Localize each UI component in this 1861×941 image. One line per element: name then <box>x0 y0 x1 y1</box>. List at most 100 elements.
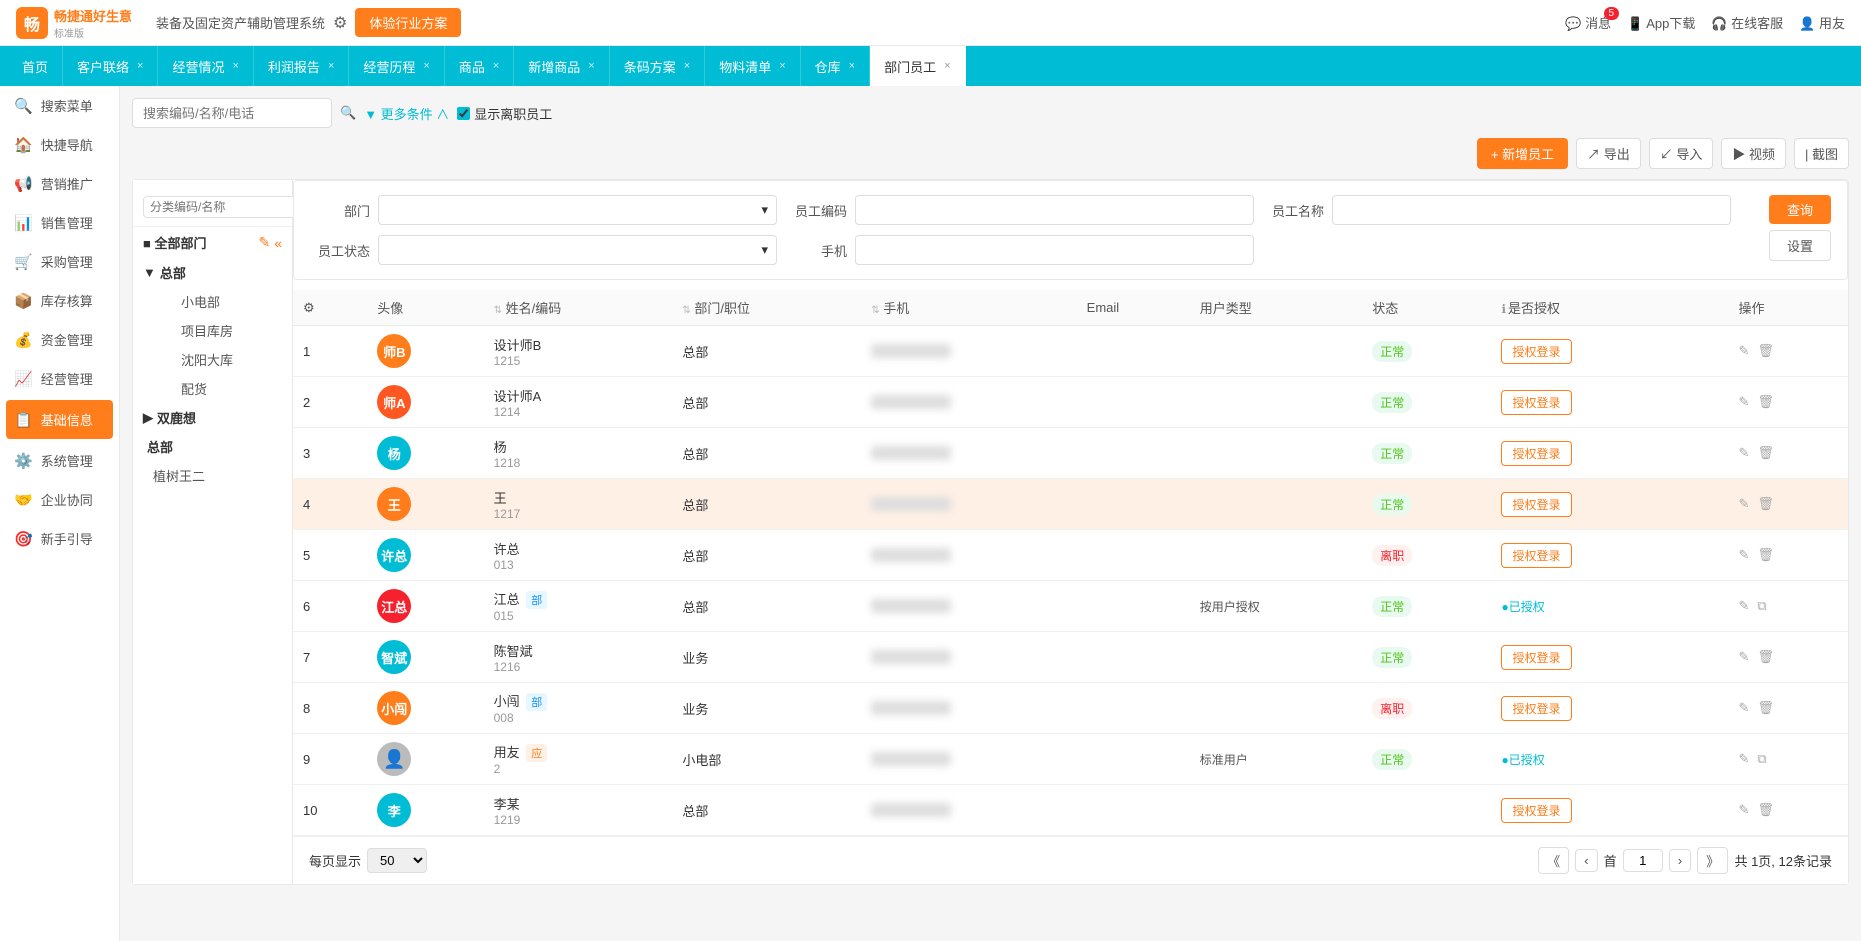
more-button[interactable]: | 截图 <box>1794 138 1849 169</box>
emp-name-input[interactable] <box>1332 195 1731 225</box>
dept-collapse-icon[interactable]: « <box>274 234 282 251</box>
first-page-btn[interactable]: 《 <box>1538 847 1569 874</box>
auth-login-btn[interactable]: 授权登录 <box>1501 696 1571 721</box>
col-phone[interactable]: ⇅ 手机 <box>861 290 1076 326</box>
copy-icon[interactable]: ⧉ <box>1757 598 1766 614</box>
edit-icon[interactable]: ✎ <box>1739 394 1750 410</box>
sidebar-item-collab[interactable]: 🤝企业协同 <box>0 480 119 519</box>
emp-code-input[interactable] <box>855 195 1254 225</box>
edit-icon[interactable]: ✎ <box>1739 445 1750 461</box>
dept-select[interactable]: ▾ <box>378 195 777 225</box>
auth-login-btn[interactable]: 授权登录 <box>1501 645 1571 670</box>
edit-icon[interactable]: ✎ <box>1739 649 1750 665</box>
edit-icon[interactable]: ✎ <box>1739 547 1750 563</box>
tab-operation[interactable]: 经营情况 × <box>158 46 253 86</box>
logo-icon: 畅 <box>16 7 48 39</box>
page-size-select[interactable]: 50 20 100 <box>367 848 427 873</box>
delete-icon[interactable]: 🗑 <box>1757 802 1774 818</box>
dept-item-zongbu2[interactable]: 总部 <box>133 432 292 461</box>
delete-icon[interactable]: 🗑 <box>1757 649 1774 665</box>
tab-home[interactable]: 首页 <box>8 46 63 86</box>
top-bar: 畅 畅捷通好生意 标准版 装备及固定资产辅助管理系统 ⚙ 体验行业方案 💬 消息… <box>0 0 1861 46</box>
sidebar-item-basic[interactable]: 📋基础信息 <box>6 400 113 439</box>
sidebar-item-purchase[interactable]: 🛒采购管理 <box>0 242 119 281</box>
setting-button[interactable]: 设置 <box>1769 230 1831 261</box>
edit-icon[interactable]: ✎ <box>1739 802 1750 818</box>
export-button[interactable]: ↗ 导出 <box>1576 138 1641 169</box>
view-button[interactable]: ▶ 视频 <box>1721 138 1786 169</box>
sidebar: 🔍搜索菜单 🏠快捷导航 📢营销推广 📊销售管理 🛒采购管理 📦库存核算 💰资金管… <box>0 86 120 941</box>
delete-icon[interactable]: 🗑 <box>1757 394 1774 410</box>
last-page-btn[interactable]: 》 <box>1697 847 1728 874</box>
sidebar-item-management[interactable]: 📈经营管理 <box>0 359 119 398</box>
more-conditions-btn[interactable]: ▼ 更多条件 ∧ <box>364 104 449 123</box>
delete-icon[interactable]: 🗑 <box>1757 445 1774 461</box>
query-button[interactable]: 查询 <box>1769 195 1831 224</box>
delete-icon[interactable]: 🗑 <box>1757 547 1774 563</box>
delete-icon[interactable]: 🗑 <box>1757 700 1774 716</box>
user-avatar[interactable]: 👤 用友 <box>1799 13 1845 32</box>
dept-item-shenyang[interactable]: 沈阳大库 <box>161 345 292 374</box>
search-icon[interactable]: 🔍 <box>340 105 356 121</box>
dept-edit-icon[interactable]: ✎ <box>258 234 270 251</box>
prev-page-btn[interactable]: ‹ <box>1575 849 1597 872</box>
dept-item-delivery[interactable]: 配货 <box>161 374 292 403</box>
emp-name-field: 员工名称 <box>1264 195 1731 225</box>
edit-icon[interactable]: ✎ <box>1739 343 1750 359</box>
auth-login-btn[interactable]: 授权登录 <box>1501 492 1571 517</box>
settings-button[interactable]: ⚙ <box>333 13 347 33</box>
tab-department[interactable]: 部门员工 × <box>870 46 965 86</box>
tab-new-goods[interactable]: 新增商品 × <box>514 46 609 86</box>
tab-bom[interactable]: 物料清单 × <box>705 46 800 86</box>
search-panel: 部门 ▾ 员工编码 员工名称 员工状态 <box>293 180 1848 280</box>
tab-warehouse[interactable]: 仓库 × <box>801 46 870 86</box>
page-number-input[interactable] <box>1623 849 1663 872</box>
app-download-btn[interactable]: 📱 App下载 <box>1627 13 1695 32</box>
tab-customer[interactable]: 客户联络 × <box>63 46 158 86</box>
col-name[interactable]: ⇅ 姓名/编码 <box>484 290 673 326</box>
import-button[interactable]: ↙ 导入 <box>1649 138 1714 169</box>
copy-icon[interactable]: ⧉ <box>1757 751 1766 767</box>
auth-login-btn[interactable]: 授权登录 <box>1501 543 1571 568</box>
add-employee-button[interactable]: + 新增员工 <box>1477 138 1568 169</box>
sidebar-item-sales[interactable]: 📊销售管理 <box>0 203 119 242</box>
dept-item-project[interactable]: 项目库房 <box>161 316 292 345</box>
dept-item-shuangluxiang[interactable]: ▶双鹿想 <box>133 403 292 432</box>
auth-login-btn[interactable]: 授权登录 <box>1501 798 1571 823</box>
delete-icon[interactable]: 🗑 <box>1757 343 1774 359</box>
sidebar-item-marketing[interactable]: 📢营销推广 <box>0 164 119 203</box>
tab-profit[interactable]: 利润报告 × <box>254 46 349 86</box>
auth-login-btn[interactable]: 授权登录 <box>1501 390 1571 415</box>
sidebar-item-guide[interactable]: 🎯新手引导 <box>0 519 119 558</box>
sidebar-item-search[interactable]: 🔍搜索菜单 <box>0 86 119 125</box>
show-resigned-checkbox[interactable]: 显示离职员工 <box>457 104 552 123</box>
message-btn[interactable]: 💬 消息 5 <box>1565 13 1611 32</box>
trial-button[interactable]: 体验行业方案 <box>355 8 461 37</box>
emp-status-select[interactable]: ▾ <box>378 235 777 265</box>
tab-process[interactable]: 经营历程 × <box>349 46 444 86</box>
dept-item-xiaodian[interactable]: 小电部 <box>161 287 292 316</box>
tab-barcode[interactable]: 条码方案 × <box>610 46 705 86</box>
edit-icon[interactable]: ✎ <box>1739 700 1750 716</box>
sidebar-item-system[interactable]: ⚙️系统管理 <box>0 441 119 480</box>
auth-login-btn[interactable]: 授权登录 <box>1501 441 1571 466</box>
edit-icon[interactable]: ✎ <box>1739 496 1750 512</box>
col-dept[interactable]: ⇅ 部门/职位 <box>672 290 861 326</box>
delete-icon[interactable]: 🗑 <box>1757 496 1774 512</box>
search-input[interactable] <box>132 98 332 128</box>
dept-search-input[interactable] <box>143 196 312 218</box>
phone-input[interactable] <box>855 235 1254 265</box>
dept-item-zhishuwang[interactable]: 植树王二 <box>133 461 292 490</box>
col-user-type: 用户类型 <box>1190 290 1362 326</box>
online-service-btn[interactable]: 🎧 在线客服 <box>1711 13 1783 32</box>
sidebar-item-inventory[interactable]: 📦库存核算 <box>0 281 119 320</box>
sidebar-item-nav[interactable]: 🏠快捷导航 <box>0 125 119 164</box>
auth-login-btn[interactable]: 授权登录 <box>1501 339 1571 364</box>
tab-goods[interactable]: 商品 × <box>445 46 514 86</box>
total-info: 共 1页, 12条记录 <box>1734 851 1832 870</box>
sidebar-item-finance[interactable]: 💰资金管理 <box>0 320 119 359</box>
next-page-btn[interactable]: › <box>1669 849 1691 872</box>
col-settings[interactable]: ⚙ <box>293 290 367 326</box>
edit-icon[interactable]: ✎ <box>1739 751 1750 767</box>
edit-icon[interactable]: ✎ <box>1739 598 1750 614</box>
